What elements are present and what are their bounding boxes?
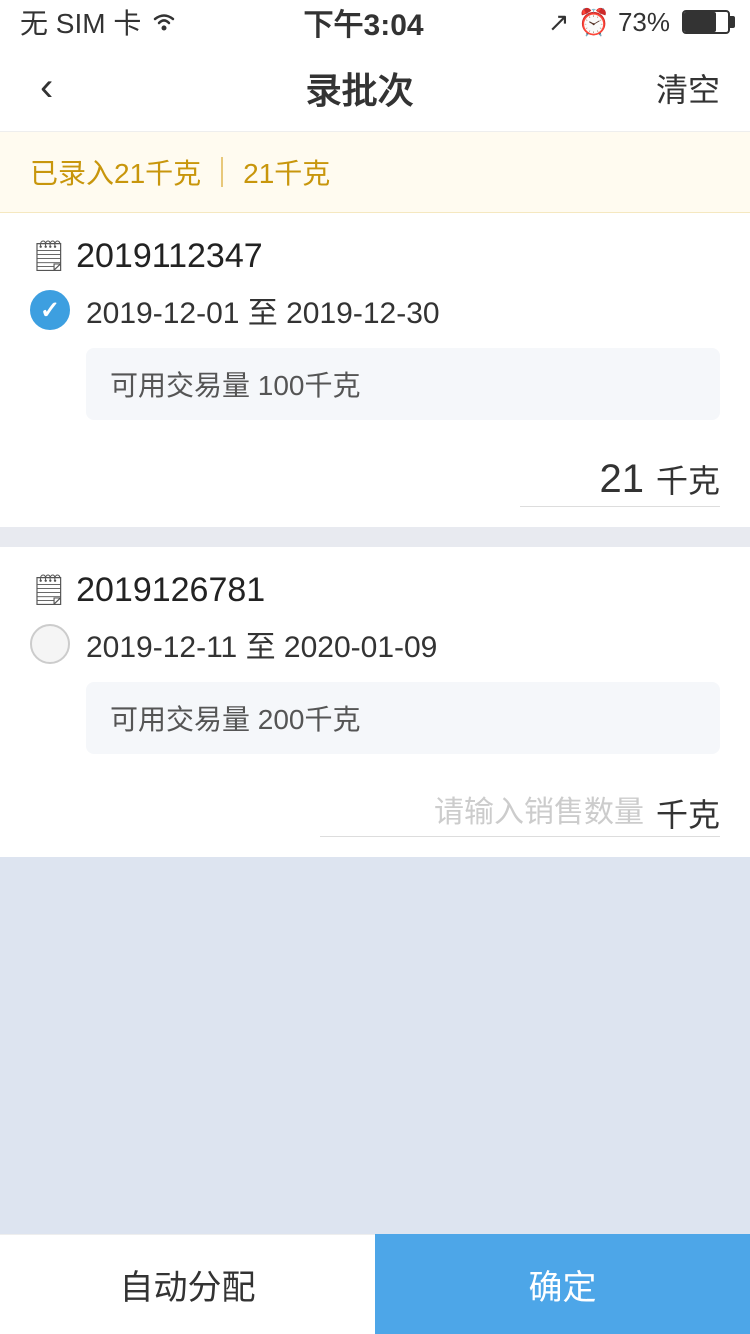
batch-1-date: 2019-12-01 至 2019-12-30 <box>86 288 440 332</box>
batch-1-id-row: 🗒 2019112347 <box>30 237 720 276</box>
location-icon: ↗ <box>548 7 570 38</box>
battery-icon <box>682 10 730 34</box>
batch-2-content: 🗒 2019126781 2019-12-11 至 2020-01-09 可用交… <box>0 547 750 770</box>
batch-2-date: 2019-12-11 至 2020-01-09 <box>86 622 437 666</box>
batch-1-amount-input[interactable] <box>524 457 644 502</box>
batch-2-id-row: 🗒 2019126781 <box>30 571 720 610</box>
batch-2-amount-display: 千克 <box>258 790 720 837</box>
wifi-icon <box>149 6 179 38</box>
entered-amount-label: 已录入21千克 <box>30 152 201 192</box>
summary-divider <box>221 157 223 187</box>
back-button[interactable]: ‹ <box>30 55 63 120</box>
status-time: 下午3:04 <box>304 0 424 44</box>
batch-1-avail: 可用交易量 100千克 <box>86 348 720 420</box>
batch-2-avail: 可用交易量 200千克 <box>86 682 720 754</box>
status-left: 无 SIM 卡 <box>20 2 179 42</box>
batch-2-input-row: 千克 <box>0 770 750 857</box>
confirm-button[interactable]: 确定 <box>375 1234 750 1334</box>
battery-pct-text: 73% <box>618 7 670 38</box>
batch-2-sales-input[interactable] <box>258 796 644 830</box>
batch-1-date-row[interactable]: 2019-12-01 至 2019-12-30 <box>30 288 720 332</box>
batch-2-radio[interactable] <box>30 624 70 664</box>
nav-bar: ‹ 录批次 清空 <box>0 44 750 132</box>
doc-icon-1: 🗒 <box>30 239 68 274</box>
batch-1-id: 2019112347 <box>76 237 263 276</box>
no-sim-text: 无 SIM 卡 <box>20 2 141 42</box>
summary-amount: 21千克 <box>243 152 330 192</box>
batch-1-content: 🗒 2019112347 2019-12-01 至 2019-12-30 可用交… <box>0 213 750 436</box>
section-separator-1 <box>0 527 750 547</box>
batch-item-1: 🗒 2019112347 2019-12-01 至 2019-12-30 可用交… <box>0 213 750 527</box>
page-title: 录批次 <box>306 62 414 114</box>
batch-item-2: 🗒 2019126781 2019-12-11 至 2020-01-09 可用交… <box>0 547 750 857</box>
doc-icon-2: 🗒 <box>30 573 68 608</box>
bottom-bar: 自动分配 确定 <box>0 1234 750 1334</box>
summary-bar: 已录入21千克 21千克 <box>0 132 750 213</box>
batch-2-id: 2019126781 <box>76 571 265 610</box>
alarm-icon: ⏰ <box>578 7 610 38</box>
auto-distribute-button[interactable]: 自动分配 <box>0 1234 375 1334</box>
batch-1-unit: 千克 <box>656 456 720 502</box>
content-area: 🗒 2019112347 2019-12-01 至 2019-12-30 可用交… <box>0 213 750 1317</box>
status-right: ↗ ⏰ 73% <box>548 7 730 38</box>
amount-display-wrap: 千克 <box>520 456 720 507</box>
batch-1-amount-row: 千克 <box>0 436 750 527</box>
status-bar: 无 SIM 卡 下午3:04 ↗ ⏰ 73% <box>0 0 750 44</box>
batch-2-unit: 千克 <box>656 790 720 836</box>
batch-1-radio[interactable] <box>30 290 70 330</box>
batch-2-date-row[interactable]: 2019-12-11 至 2020-01-09 <box>30 622 720 666</box>
clear-button[interactable]: 清空 <box>656 65 720 111</box>
